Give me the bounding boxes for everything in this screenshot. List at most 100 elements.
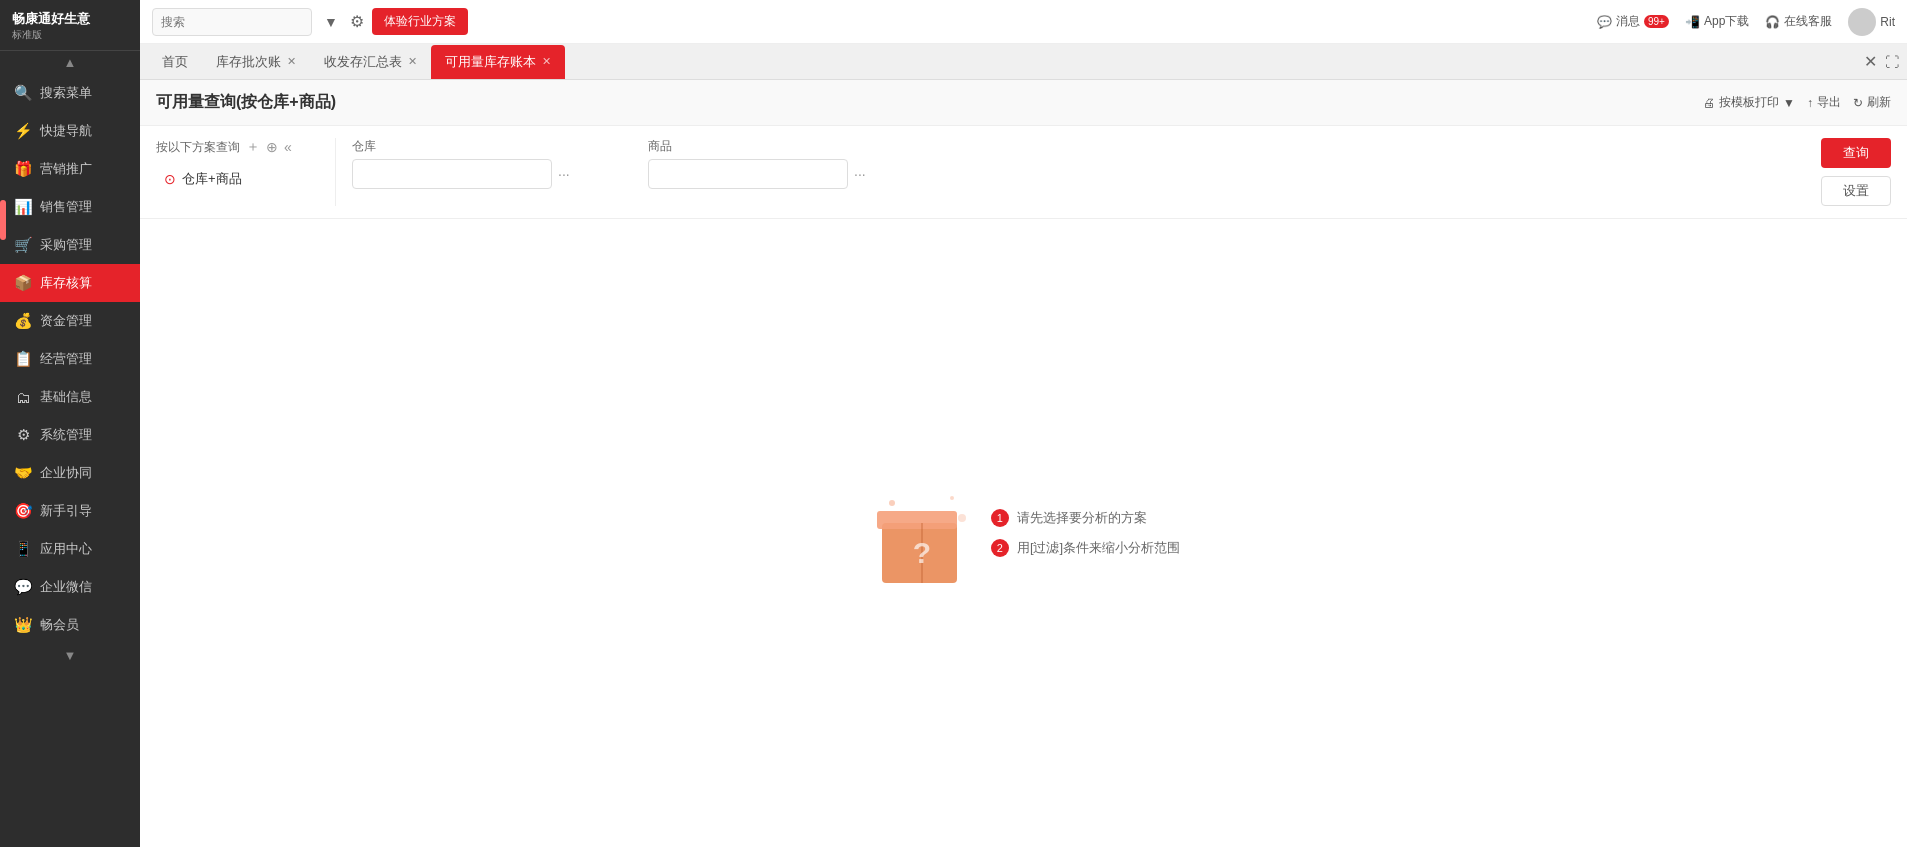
basic-icon: 🗂 (14, 389, 32, 406)
wechat-icon: 💬 (14, 578, 32, 596)
page-title: 可用量查询(按仓库+商品) (156, 92, 336, 113)
empty-illustration: ? (867, 483, 967, 583)
sidebar-item-purchase[interactable]: 🛒 采购管理 (0, 226, 140, 264)
sidebar-item-vip[interactable]: 👑 畅会员 (0, 606, 140, 644)
sidebar-item-finance[interactable]: 💰 资金管理 (0, 302, 140, 340)
sidebar-item-label: 基础信息 (40, 388, 92, 406)
scheme-panel-title: 按以下方案查询 (156, 139, 240, 156)
sidebar-item-basic[interactable]: 🗂 基础信息 (0, 378, 140, 416)
search-input[interactable] (152, 8, 312, 36)
sidebar-item-label: 搜索菜单 (40, 84, 92, 102)
product-filter-label: 商品 (648, 138, 928, 155)
online-service-button[interactable]: 🎧 在线客服 (1765, 13, 1832, 30)
warehouse-filter-input[interactable] (352, 159, 552, 189)
sidebar-item-label: 营销推广 (40, 160, 92, 178)
scheme-panel: 按以下方案查询 ＋ ⊕ « ⊙ 仓库+商品 (156, 138, 336, 206)
empty-tip-2: 2 用[过滤]条件来缩小分析范围 (991, 539, 1180, 557)
topbar: ▼ ⚙ 体验行业方案 💬 消息 99+ 📲 App下载 🎧 在线客服 Rit (140, 0, 1907, 44)
tab-batch[interactable]: 库存批次账 ✕ (202, 45, 310, 79)
app-download-label: App下载 (1704, 13, 1749, 30)
refresh-icon: ↻ (1853, 96, 1863, 110)
shortcut-icon: ⚡ (14, 122, 32, 140)
product-filter-more-btn[interactable]: ··· (854, 166, 866, 182)
empty-tip-1: 1 请先选择要分析的方案 (991, 509, 1180, 527)
right-scrollbar-thumb[interactable] (0, 200, 6, 240)
collapse-scheme-button[interactable]: « (284, 139, 292, 155)
sidebar-item-search[interactable]: 🔍 搜索菜单 (0, 74, 140, 112)
product-filter-group: 商品 ··· (648, 138, 928, 189)
user-avatar-area[interactable]: Rit (1848, 8, 1895, 36)
query-button[interactable]: 查询 (1821, 138, 1891, 168)
sidebar-scroll-up[interactable]: ▲ (0, 51, 140, 74)
vip-icon: 👑 (14, 616, 32, 634)
page-header: 可用量查询(按仓库+商品) 🖨 按模板打印 ▼ ↑ 导出 ↻ 刷新 (140, 80, 1907, 126)
sidebar-item-wechat[interactable]: 💬 企业微信 (0, 568, 140, 606)
expand-button[interactable]: ⛶ (1885, 54, 1899, 70)
app-download-icon: 📲 (1685, 15, 1700, 29)
tab-summary[interactable]: 收发存汇总表 ✕ (310, 45, 431, 79)
tab-batch-close[interactable]: ✕ (287, 55, 296, 68)
sidebar-item-operations[interactable]: 📋 经营管理 (0, 340, 140, 378)
empty-svg: ? (867, 483, 977, 593)
message-button[interactable]: 💬 消息 99+ (1597, 13, 1669, 30)
brand-name: 畅康通好生意 (12, 10, 128, 28)
settings-button[interactable]: 设置 (1821, 176, 1891, 206)
finance-icon: 💰 (14, 312, 32, 330)
tab-available[interactable]: 可用量库存账本 ✕ (431, 45, 565, 79)
sidebar-item-inventory[interactable]: 📦 库存核算 (0, 264, 140, 302)
tabbar-end: ✕ ⛶ (1864, 52, 1899, 71)
refresh-button[interactable]: ↻ 刷新 (1853, 94, 1891, 111)
tab-summary-close[interactable]: ✕ (408, 55, 417, 68)
empty-state: ? 1 请先选择要分析的方案 2 用[过滤]条件来缩小分析范围 (140, 219, 1907, 847)
industry-solution-button[interactable]: 体验行业方案 (372, 8, 468, 35)
sidebar: 畅康通好生意 标准版 ▲ 🔍 搜索菜单 ⚡ 快捷导航 🎁 营销推广 📊 销售管理… (0, 0, 140, 847)
sidebar-item-label: 经营管理 (40, 350, 92, 368)
sidebar-item-marketing[interactable]: 🎁 营销推广 (0, 150, 140, 188)
sidebar-scroll-down[interactable]: ▼ (0, 644, 140, 667)
sidebar-item-apps[interactable]: 📱 应用中心 (0, 530, 140, 568)
sidebar-item-label: 新手引导 (40, 502, 92, 520)
print-icon: 🖨 (1703, 96, 1715, 110)
cooperation-icon: 🤝 (14, 464, 32, 482)
tab-available-close[interactable]: ✕ (542, 55, 551, 68)
tabbar: 首页 库存批次账 ✕ 收发存汇总表 ✕ 可用量库存账本 ✕ ✕ ⛶ (140, 44, 1907, 80)
sidebar-item-sales[interactable]: 📊 销售管理 (0, 188, 140, 226)
product-filter-input[interactable] (648, 159, 848, 189)
svg-point-6 (958, 514, 966, 522)
tab-home[interactable]: 首页 (148, 45, 202, 79)
scheme-panel-header: 按以下方案查询 ＋ ⊕ « (156, 138, 323, 156)
scheme-item-icon: ⊙ (164, 171, 176, 187)
app-download-button[interactable]: 📲 App下载 (1685, 13, 1749, 30)
search-menu-icon: 🔍 (14, 84, 32, 102)
tip1-number: 1 (991, 509, 1009, 527)
sidebar-item-cooperation[interactable]: 🤝 企业协同 (0, 454, 140, 492)
close-all-tabs-button[interactable]: ✕ (1864, 52, 1877, 71)
tip1-text: 请先选择要分析的方案 (1017, 509, 1147, 527)
add-scheme-button[interactable]: ＋ (246, 138, 260, 156)
query-area: 按以下方案查询 ＋ ⊕ « ⊙ 仓库+商品 仓库 ··· (140, 126, 1907, 219)
sidebar-item-shortcut[interactable]: ⚡ 快捷导航 (0, 112, 140, 150)
sidebar-item-label: 畅会员 (40, 616, 79, 634)
brand-tag: 标准版 (12, 28, 128, 42)
sidebar-item-label: 系统管理 (40, 426, 92, 444)
warehouse-filter-more-btn[interactable]: ··· (558, 166, 570, 182)
page-header-actions: 🖨 按模板打印 ▼ ↑ 导出 ↻ 刷新 (1703, 94, 1891, 111)
tab-home-label: 首页 (162, 53, 188, 71)
service-icon: 🎧 (1765, 15, 1780, 29)
search-dropdown-btn[interactable]: ▼ (320, 12, 342, 32)
print-template-button[interactable]: 🖨 按模板打印 ▼ (1703, 94, 1795, 111)
sales-icon: 📊 (14, 198, 32, 216)
sidebar-item-label: 采购管理 (40, 236, 92, 254)
online-service-label: 在线客服 (1784, 13, 1832, 30)
warehouse-filter-input-row: ··· (352, 159, 632, 189)
avatar (1848, 8, 1876, 36)
manage-scheme-button[interactable]: ⊕ (266, 139, 278, 155)
sidebar-item-guide[interactable]: 🎯 新手引导 (0, 492, 140, 530)
svg-text:?: ? (913, 536, 931, 569)
scheme-item-warehouse-product[interactable]: ⊙ 仓库+商品 (156, 164, 323, 194)
settings-gear-icon[interactable]: ⚙ (350, 12, 364, 31)
warehouse-filter-label: 仓库 (352, 138, 632, 155)
export-button[interactable]: ↑ 导出 (1807, 94, 1841, 111)
scheme-item-label: 仓库+商品 (182, 170, 242, 188)
sidebar-item-system[interactable]: ⚙ 系统管理 (0, 416, 140, 454)
